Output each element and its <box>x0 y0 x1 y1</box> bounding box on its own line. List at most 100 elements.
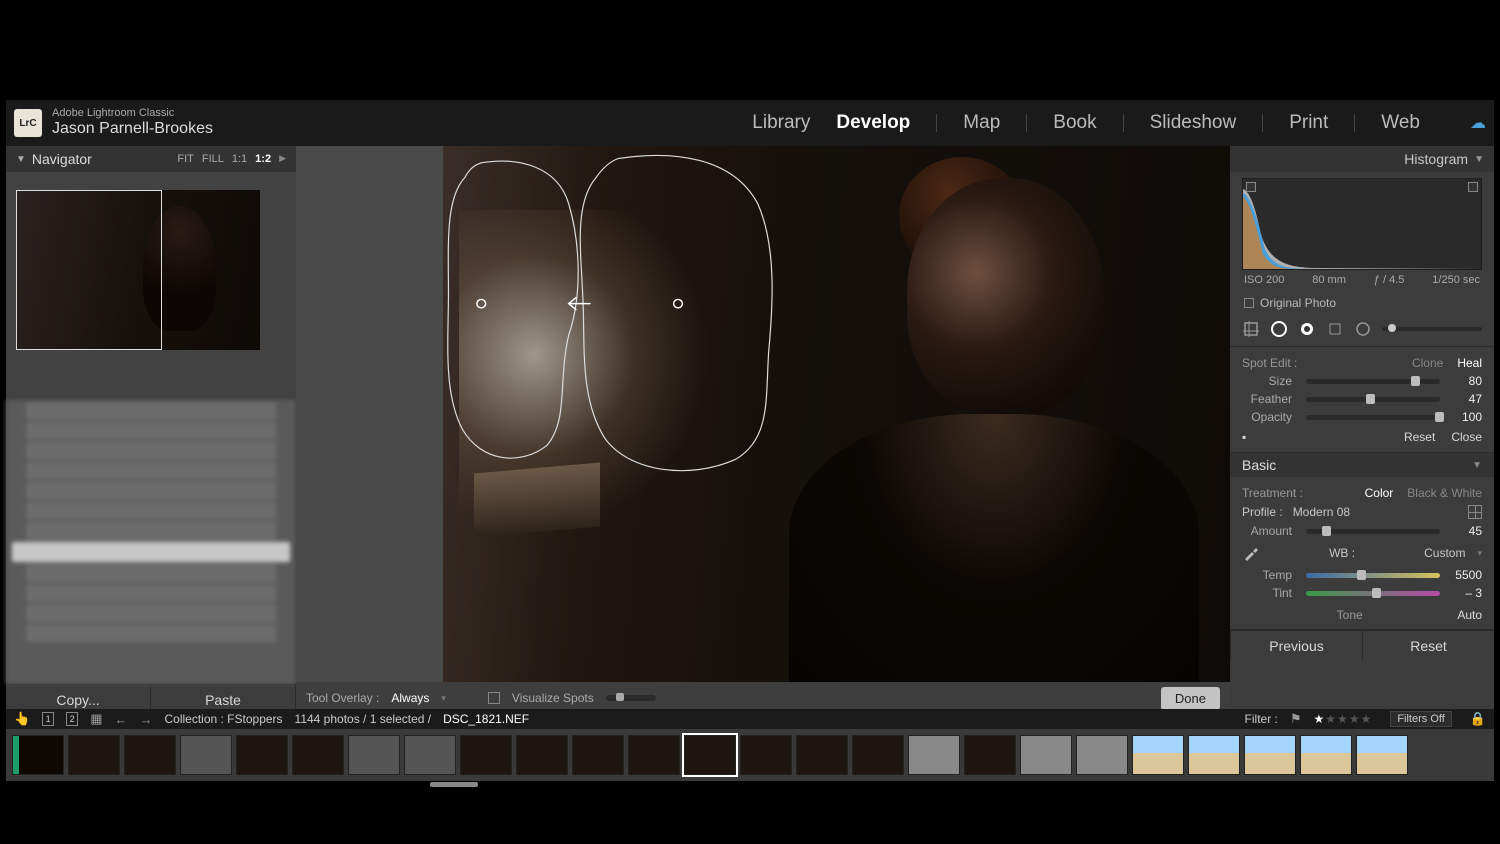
auto-button[interactable]: Auto <box>1457 608 1482 622</box>
filmstrip-thumb[interactable] <box>68 735 120 775</box>
crop-tool-icon[interactable] <box>1242 320 1260 338</box>
filmstrip-thumb[interactable] <box>236 735 288 775</box>
filmstrip-thumb[interactable] <box>460 735 512 775</box>
filmstrip-thumb[interactable] <box>740 735 792 775</box>
original-photo-checkbox-icon[interactable] <box>1244 298 1254 308</box>
photo-preview[interactable] <box>443 146 1230 682</box>
module-web[interactable]: Web <box>1381 112 1420 134</box>
redeye-tool-icon[interactable] <box>1298 320 1316 338</box>
filmstrip-thumb[interactable] <box>1300 735 1352 775</box>
filmstrip-thumb[interactable] <box>1020 735 1072 775</box>
shadow-clip-icon[interactable] <box>1246 182 1256 192</box>
visualize-spots-slider[interactable] <box>606 695 656 701</box>
size-slider[interactable] <box>1306 379 1440 384</box>
filmstrip-thumb[interactable] <box>1356 735 1408 775</box>
module-map[interactable]: Map <box>963 112 1000 134</box>
profile-value[interactable]: Modern 08 <box>1293 505 1468 519</box>
module-library[interactable]: Library <box>752 112 810 134</box>
treatment-color[interactable]: Color <box>1365 486 1394 500</box>
treatment-bw[interactable]: Black & White <box>1407 486 1482 500</box>
zoom-1-2[interactable]: 1:2 <box>255 153 271 165</box>
basic-header[interactable]: Basic ▼ <box>1230 453 1494 477</box>
filmstrip-thumb[interactable] <box>124 735 176 775</box>
filmstrip-thumb[interactable] <box>516 735 568 775</box>
temp-value[interactable]: 5500 <box>1448 568 1482 582</box>
module-slideshow[interactable]: Slideshow <box>1150 112 1237 134</box>
filmstrip-thumb[interactable] <box>1076 735 1128 775</box>
size-value[interactable]: 80 <box>1448 374 1482 388</box>
nav-forward-icon[interactable]: → <box>139 712 152 727</box>
tool-overlay-menu-icon[interactable]: ▾ <box>441 693 446 704</box>
navigator-viewport-frame[interactable] <box>16 190 162 350</box>
histogram[interactable] <box>1242 178 1482 270</box>
module-print[interactable]: Print <box>1289 112 1328 134</box>
filmstrip-thumb[interactable] <box>964 735 1016 775</box>
feather-slider[interactable] <box>1306 397 1440 402</box>
filmstrip-thumb[interactable] <box>348 735 400 775</box>
wb-dropper-icon[interactable] <box>1242 544 1260 562</box>
filmstrip-thumb[interactable] <box>1188 735 1240 775</box>
filmstrip-scrollbar[interactable] <box>430 782 478 787</box>
collection-label[interactable]: Collection : FStoppers <box>164 712 282 726</box>
flag-filter-icon[interactable]: ⚑ <box>1290 711 1302 727</box>
filter-lock-icon[interactable]: 🔒 <box>1470 711 1486 727</box>
mode-clone[interactable]: Clone <box>1412 356 1443 370</box>
histogram-header[interactable]: Histogram ▼ <box>1230 146 1494 172</box>
filmstrip-thumb[interactable] <box>180 735 232 775</box>
zoom-1-1[interactable]: 1:1 <box>232 153 247 165</box>
filmstrip-thumb[interactable] <box>1132 735 1184 775</box>
opacity-value[interactable]: 100 <box>1448 410 1482 424</box>
radial-filter-icon[interactable] <box>1354 320 1372 338</box>
amount-value[interactable]: 45 <box>1448 524 1482 538</box>
filmstrip-thumb[interactable] <box>572 735 624 775</box>
filmstrip-thumb[interactable] <box>12 735 64 775</box>
rating-filter[interactable]: ★★★★★ <box>1314 712 1373 726</box>
original-photo-row[interactable]: Original Photo <box>1230 290 1494 316</box>
filmstrip-thumb[interactable] <box>292 735 344 775</box>
grid-view-icon[interactable]: ▦ <box>90 711 102 727</box>
secondary-display-icon[interactable]: 👆 <box>14 711 30 727</box>
opacity-slider[interactable] <box>1306 415 1440 420</box>
filters-off-dropdown[interactable]: Filters Off <box>1390 711 1451 727</box>
navigator-header[interactable]: ▼ Navigator FIT FILL 1:1 1:2 ▶ <box>6 146 296 172</box>
cloud-sync-icon[interactable]: ☁ <box>1470 113 1486 133</box>
module-develop[interactable]: Develop <box>836 112 910 134</box>
filmstrip-thumb[interactable] <box>852 735 904 775</box>
spot-close[interactable]: Close <box>1451 430 1482 444</box>
highlight-clip-icon[interactable] <box>1468 182 1478 192</box>
temp-slider[interactable] <box>1306 573 1440 578</box>
filmstrip-thumb[interactable] <box>404 735 456 775</box>
tool-overlay-value[interactable]: Always <box>391 691 429 705</box>
filmstrip-thumb[interactable] <box>908 735 960 775</box>
main-window-badge[interactable]: 1 <box>42 712 54 726</box>
zoom-fill[interactable]: FILL <box>202 153 224 165</box>
mode-heal[interactable]: Heal <box>1457 356 1482 370</box>
tool-exposure-slider[interactable] <box>1382 327 1482 331</box>
filmstrip[interactable] <box>6 729 1494 781</box>
spot-removal-tool-icon[interactable] <box>1270 320 1288 338</box>
previous-button[interactable]: Previous <box>1230 630 1362 660</box>
graduated-filter-icon[interactable] <box>1326 320 1344 338</box>
profile-browser-icon[interactable] <box>1468 505 1482 519</box>
tint-slider[interactable] <box>1306 591 1440 596</box>
zoom-menu-icon[interactable]: ▶ <box>279 153 286 165</box>
zoom-fit[interactable]: FIT <box>177 153 194 165</box>
module-book[interactable]: Book <box>1053 112 1096 134</box>
navigator-preview[interactable] <box>16 190 260 350</box>
amount-slider[interactable] <box>1306 529 1440 534</box>
tint-value[interactable]: – 3 <box>1448 586 1482 600</box>
reset-button[interactable]: Reset <box>1362 630 1494 660</box>
filmstrip-thumb[interactable] <box>628 735 680 775</box>
visualize-spots-checkbox[interactable] <box>488 692 500 704</box>
filmstrip-thumb[interactable] <box>796 735 848 775</box>
filmstrip-thumb[interactable] <box>1244 735 1296 775</box>
filmstrip-thumb-selected[interactable] <box>684 735 736 775</box>
panel-switch-icon[interactable]: ▪ <box>1242 430 1246 444</box>
nav-back-icon[interactable]: ← <box>114 712 127 727</box>
wb-value[interactable]: Custom <box>1424 546 1465 560</box>
done-button[interactable]: Done <box>1161 687 1220 710</box>
wb-menu-icon[interactable]: ▾ <box>1477 548 1482 559</box>
second-window-badge[interactable]: 2 <box>66 712 78 726</box>
feather-value[interactable]: 47 <box>1448 392 1482 406</box>
spot-reset[interactable]: Reset <box>1404 430 1435 444</box>
